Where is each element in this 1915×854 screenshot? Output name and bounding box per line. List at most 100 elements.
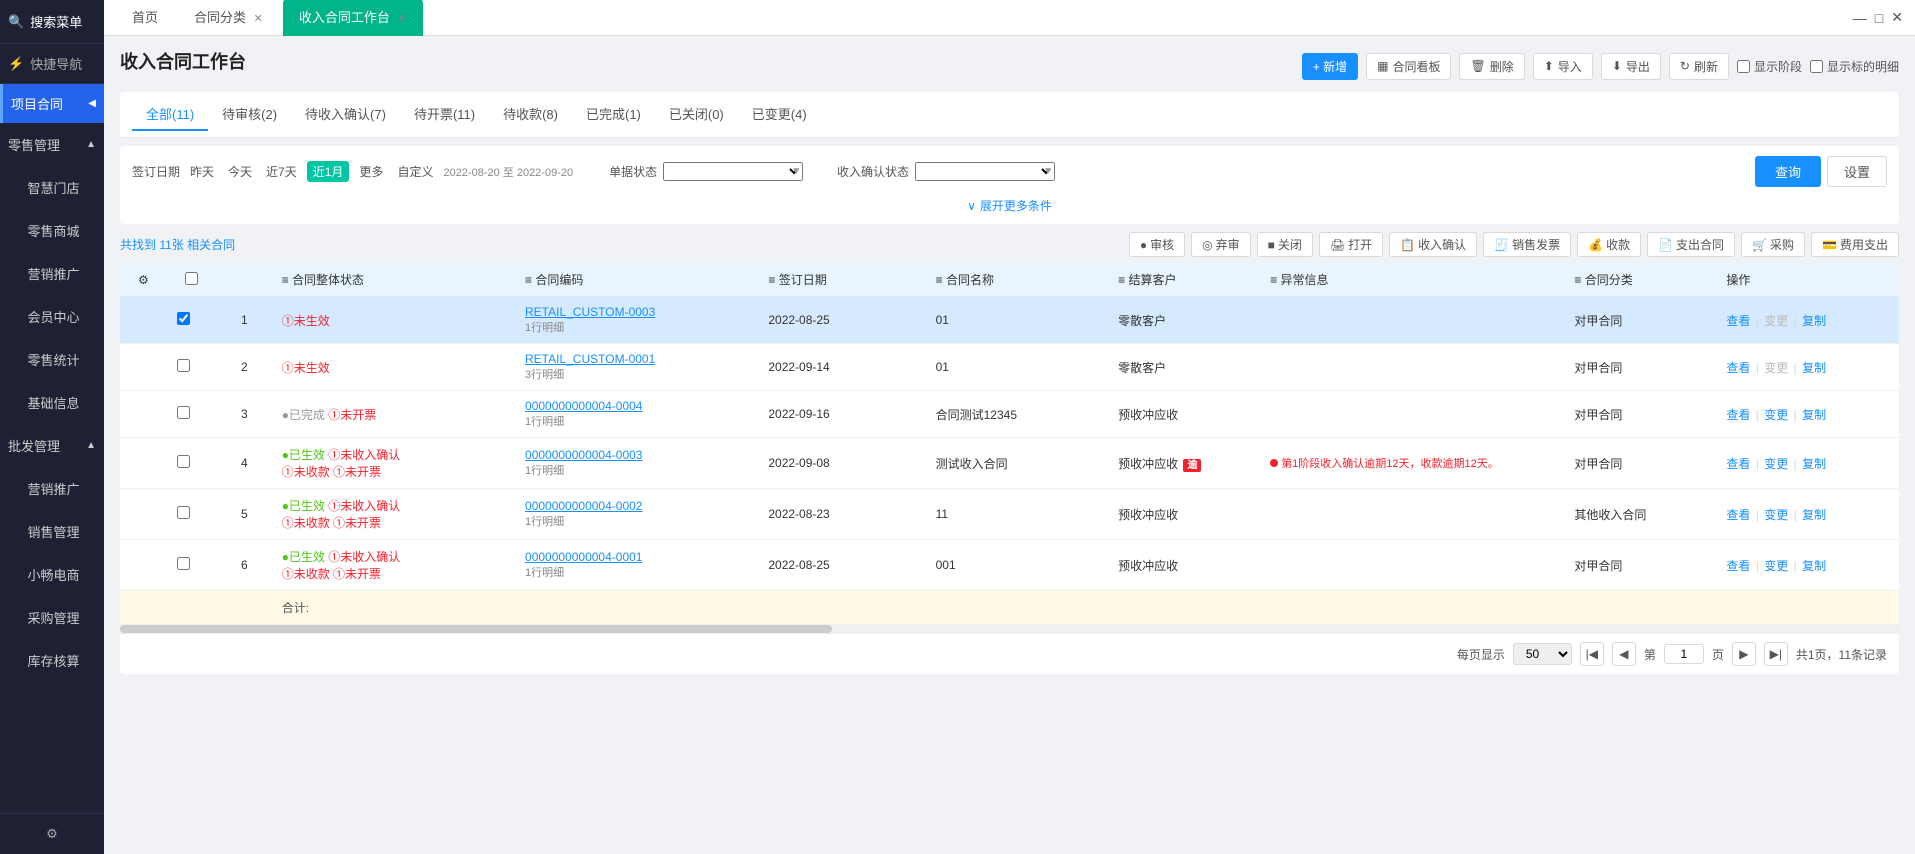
sidebar-item-member[interactable]: 会员中心 <box>0 295 104 338</box>
expand-more-conditions[interactable]: ∨ 展开更多条件 <box>967 197 1052 214</box>
sidebar-item-base-info[interactable]: 基础信息 <box>0 381 104 424</box>
filter-tab-closed[interactable]: 已关闭(0) <box>655 98 738 131</box>
income-confirm-select[interactable] <box>915 162 1055 181</box>
row2-view[interactable]: 查看 <box>1726 361 1750 375</box>
contract-panel-button[interactable]: ▦ 合同看板 <box>1366 53 1451 80</box>
date-today[interactable]: 今天 <box>224 161 256 182</box>
row6-code-link[interactable]: 0000000000004-0001 <box>525 550 642 564</box>
show-marked-input[interactable] <box>1810 60 1823 73</box>
row6-change[interactable]: 变更 <box>1764 559 1788 573</box>
row3-copy[interactable]: 复制 <box>1802 408 1826 422</box>
sidebar-item-inventory[interactable]: 库存核算 <box>0 639 104 682</box>
row4-view[interactable]: 查看 <box>1726 457 1750 471</box>
col-status-header[interactable]: ≡ 合同整体状态 <box>272 263 515 297</box>
sidebar-search[interactable]: 🔍 搜索菜单 <box>0 0 104 44</box>
sidebar-item-marketing1[interactable]: 营销推广 <box>0 252 104 295</box>
col-type-header[interactable]: ≡ 合同分类 <box>1564 263 1716 297</box>
abandon-button[interactable]: ◎ 弃审 <box>1191 232 1251 257</box>
row3-view[interactable]: 查看 <box>1726 408 1750 422</box>
sidebar-item-project[interactable]: 项目合同 ◀ <box>0 84 104 123</box>
page-number-input[interactable] <box>1664 644 1704 664</box>
filter-tab-all[interactable]: 全部(11) <box>132 98 208 131</box>
row6-copy[interactable]: 复制 <box>1802 559 1826 573</box>
tab-close-income-workbench[interactable]: ✕ <box>398 13 407 25</box>
set-button[interactable]: 设置 <box>1827 156 1887 187</box>
tab-home[interactable]: 首页 <box>116 0 174 36</box>
prev-page-button[interactable]: ◀ <box>1612 642 1636 666</box>
import-button[interactable]: ⬆ 导入 <box>1533 53 1593 80</box>
row2-change[interactable]: 变更 <box>1764 361 1788 375</box>
col-settings[interactable]: ⚙ <box>120 263 167 297</box>
row2-check[interactable] <box>167 344 217 391</box>
out-contract-button[interactable]: 📄 支出合同 <box>1647 232 1735 257</box>
row5-change[interactable]: 变更 <box>1764 508 1788 522</box>
close-window-icon[interactable]: ✕ <box>1891 9 1903 26</box>
col-abnormal-header[interactable]: ≡ 异常信息 <box>1260 263 1564 297</box>
row1-view[interactable]: 查看 <box>1726 314 1750 328</box>
purchase-button[interactable]: 🛒 采购 <box>1741 232 1805 257</box>
select-all-checkbox[interactable] <box>185 272 198 285</box>
row5-check[interactable] <box>167 489 217 540</box>
date-yesterday[interactable]: 昨天 <box>186 161 218 182</box>
minimize-icon[interactable]: — <box>1853 10 1867 26</box>
horizontal-scrollbar[interactable] <box>120 625 1899 633</box>
delete-button[interactable]: 🗑 删除 <box>1459 53 1524 80</box>
filter-tab-pending-confirm[interactable]: 待收入确认(7) <box>291 98 400 131</box>
income-confirm-button[interactable]: 📋 收入确认 <box>1389 232 1477 257</box>
row5-copy[interactable]: 复制 <box>1802 508 1826 522</box>
first-page-button[interactable]: |◀ <box>1580 642 1604 666</box>
row2-code-link[interactable]: RETAIL_CUSTOM-0001 <box>525 352 655 366</box>
date-last7[interactable]: 近7天 <box>262 161 301 182</box>
row1-change[interactable]: 变更 <box>1764 314 1788 328</box>
tab-close-contract-cat[interactable]: ✕ <box>254 13 263 25</box>
print-button[interactable]: 🖨 打开 <box>1319 232 1383 257</box>
maximize-icon[interactable]: □ <box>1875 10 1883 26</box>
col-customer-header[interactable]: ≡ 结算客户 <box>1108 263 1260 297</box>
show-segments-checkbox[interactable]: 显示阶段 <box>1737 58 1802 75</box>
row3-change[interactable]: 变更 <box>1764 408 1788 422</box>
filter-tab-changed[interactable]: 已变更(4) <box>738 98 821 131</box>
scrollbar-thumb[interactable] <box>120 625 832 633</box>
sidebar-item-wholesale[interactable]: 批发管理 ▲ <box>0 424 104 467</box>
page-size-select[interactable]: 50 20 100 <box>1513 643 1572 665</box>
sidebar-item-retail-mall[interactable]: 零售商城 <box>0 209 104 252</box>
tab-contract-cat[interactable]: 合同分类 ✕ <box>178 0 279 36</box>
col-name-header[interactable]: ≡ 合同名称 <box>926 263 1108 297</box>
filter-tab-completed[interactable]: 已完成(1) <box>572 98 655 131</box>
last-page-button[interactable]: ▶| <box>1764 642 1788 666</box>
sidebar-item-retail-stats[interactable]: 零售统计 <box>0 338 104 381</box>
row5-code-link[interactable]: 0000000000004-0002 <box>525 499 642 513</box>
row1-code-link[interactable]: RETAIL_CUSTOM-0003 <box>525 305 655 319</box>
row4-copy[interactable]: 复制 <box>1802 457 1826 471</box>
row6-view[interactable]: 查看 <box>1726 559 1750 573</box>
col-check[interactable] <box>167 263 217 297</box>
row2-copy[interactable]: 复制 <box>1802 361 1826 375</box>
payment-button[interactable]: 💰 收款 <box>1577 232 1641 257</box>
audit-button[interactable]: ● 审核 <box>1129 232 1185 257</box>
sidebar-settings[interactable]: ⚙ <box>0 813 104 854</box>
filter-tab-pending-invoice[interactable]: 待开票(11) <box>400 98 489 131</box>
sidebar-item-sales-mgmt[interactable]: 销售管理 <box>0 510 104 553</box>
next-page-button[interactable]: ▶ <box>1732 642 1756 666</box>
row1-check[interactable] <box>167 297 217 344</box>
tab-income-workbench[interactable]: 收入合同工作台 ✕ <box>283 0 423 36</box>
new-button[interactable]: + 新增 <box>1302 53 1358 80</box>
row1-copy[interactable]: 复制 <box>1802 314 1826 328</box>
close-button[interactable]: ■ 关闭 <box>1257 232 1313 257</box>
date-more[interactable]: 更多 <box>355 161 387 182</box>
export-button[interactable]: ⬇ 导出 <box>1601 53 1661 80</box>
date-custom[interactable]: 自定义 <box>393 161 437 182</box>
sidebar-item-marketing2[interactable]: 营销推广 <box>0 467 104 510</box>
show-segments-input[interactable] <box>1737 60 1750 73</box>
row4-code-link[interactable]: 0000000000004-0003 <box>525 448 642 462</box>
show-marked-checkbox[interactable]: 显示标的明细 <box>1810 58 1899 75</box>
row5-view[interactable]: 查看 <box>1726 508 1750 522</box>
sidebar-item-smart-store[interactable]: 智慧门店 <box>0 166 104 209</box>
col-date-header[interactable]: ≡ 签订日期 <box>758 263 925 297</box>
sidebar-item-xiaochangec[interactable]: 小畅电商 <box>0 553 104 596</box>
query-button[interactable]: 查询 <box>1755 156 1821 187</box>
filter-tab-pending-review[interactable]: 待审核(2) <box>208 98 291 131</box>
expense-button[interactable]: 💳 费用支出 <box>1811 232 1899 257</box>
sales-invoice-button[interactable]: 🧾 销售发票 <box>1483 232 1571 257</box>
col-code-header[interactable]: ≡ 合同编码 <box>515 263 758 297</box>
